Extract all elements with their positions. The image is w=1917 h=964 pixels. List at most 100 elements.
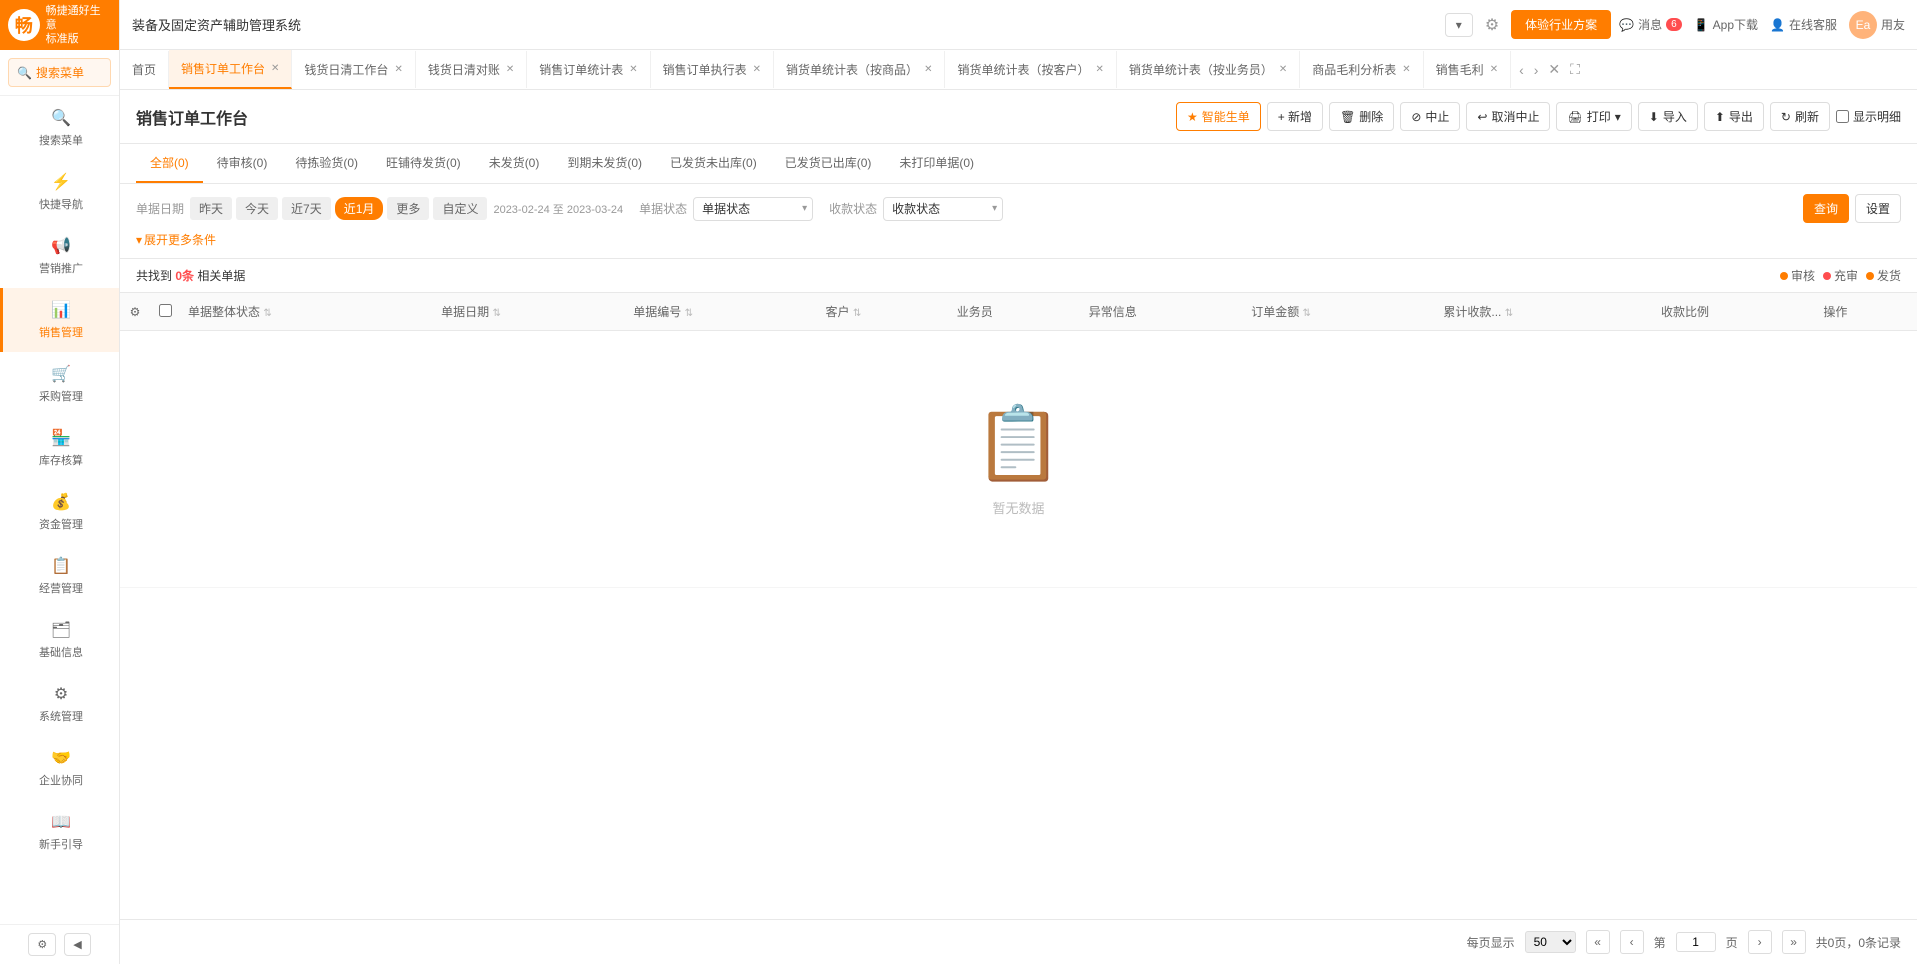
sidebar-item-business[interactable]: 📋经营管理 [0,544,119,608]
tab-gross-profit[interactable]: 商品毛利分析表✕ [1300,51,1423,88]
industry-solution-button[interactable]: 体验行业方案 [1511,10,1611,39]
tab-close-cash-daily[interactable]: ✕ [394,64,402,75]
date-option-自定义[interactable]: 自定义 [433,197,487,220]
sidebar-item-enterprise[interactable]: 🤝企业协同 [0,736,119,800]
expand-filter-button[interactable]: ▾ 展开更多条件 [136,231,1901,248]
sidebar-item-base[interactable]: 🗂基础信息 [0,608,119,672]
sort-icon-customer[interactable]: ⇅ [853,308,861,319]
service-icon: 👤 [1770,18,1785,32]
tab-fullscreen[interactable]: ⛶ [1566,59,1584,80]
tab-sales-stat[interactable]: 销售订单统计表✕ [527,51,650,88]
tab-scroll-right[interactable]: › [1530,60,1543,80]
payment-select[interactable]: 收款状态 [883,197,1003,221]
collapse-button[interactable]: ◀ [64,933,90,956]
tab-close-cash-reconcile[interactable]: ✕ [506,64,514,75]
show-detail-input[interactable] [1836,110,1849,123]
message-button[interactable]: 💬 消息 6 [1619,16,1682,33]
page-first-button[interactable]: « [1586,930,1610,954]
cancel-suspend-button[interactable]: ↩ 取消中止 [1466,102,1550,131]
tab-sales-exec[interactable]: 销售订单执行表✕ [651,51,774,88]
tab-sales-gross[interactable]: 销售毛利✕ [1424,51,1511,88]
sort-icon-amount[interactable]: ⇅ [1303,308,1311,319]
tab-scroll-left[interactable]: ‹ [1515,60,1528,80]
page-size-select[interactable]: 50 20 100 [1525,931,1576,953]
date-option-更多[interactable]: 更多 [387,197,429,220]
topbar-settings-button[interactable]: ⚙ [1481,11,1503,39]
sidebar-item-search[interactable]: 🔍搜索菜单 [0,96,119,160]
export-button[interactable]: ⬆ 导出 [1704,102,1764,131]
sort-icon-number[interactable]: ⇅ [685,308,693,319]
tab-close-gross-profit[interactable]: ✕ [1402,64,1410,75]
ship-dot [1866,272,1874,280]
sidebar-item-inventory[interactable]: 🏪库存核算 [0,416,119,480]
tab-sales-sum-staff[interactable]: 销货单统计表（按业务员）✕ [1117,51,1300,88]
add-button[interactable]: + 新增 [1267,102,1323,131]
sidebar-item-guide[interactable]: 📖新手引导 [0,800,119,864]
cancel-review-action[interactable]: 充审 [1823,267,1858,284]
page-last-button[interactable]: » [1782,930,1806,954]
select-all-checkbox[interactable] [159,304,172,317]
smart-create-button[interactable]: ★ 智能生单 [1176,102,1261,131]
sub-tab-pending-inspect[interactable]: 待拣验货(0) [281,144,372,183]
sidebar-item-marketing[interactable]: 📢营销推广 [0,224,119,288]
sidebar-item-sales[interactable]: 📊销售管理 [0,288,119,352]
sort-icon-status[interactable]: ⇅ [263,308,271,319]
sub-tab-shipped-out[interactable]: 已发货已出库(0) [771,144,886,183]
tab-sales-sum-customer[interactable]: 销货单统计表（按客户）✕ [945,51,1116,88]
refresh-button[interactable]: ↻ 刷新 [1770,102,1830,131]
sub-tab-shipped-not-out[interactable]: 已发货未出库(0) [656,144,771,183]
page-prev-button[interactable]: ‹ [1620,930,1644,954]
sub-tab-pending-review[interactable]: 待审核(0) [203,144,282,183]
sidebar-item-purchase[interactable]: 🛒采购管理 [0,352,119,416]
sidebar-item-quick[interactable]: ⚡快捷导航 [0,160,119,224]
stats-count: 共找到 0条 相关单据 [136,267,245,284]
page-input[interactable] [1676,932,1716,952]
tab-sales-sum-product[interactable]: 销货单统计表（按商品）✕ [774,51,945,88]
print-button[interactable]: 🖨 打印 ▾ [1556,102,1631,131]
delete-button[interactable]: 🗑 删除 [1329,102,1394,131]
tab-close-all[interactable]: ✕ [1544,59,1564,80]
import-button[interactable]: ⬇ 导入 [1638,102,1698,131]
sub-tab-expired-not-shipped[interactable]: 到期未发货(0) [553,144,656,183]
sub-tab-all[interactable]: 全部(0) [136,144,203,183]
search-menu-button[interactable]: 🔍 搜索菜单 [8,58,111,87]
tab-close-sales-order[interactable]: ✕ [271,63,279,74]
show-detail-checkbox[interactable]: 显示明细 [1836,108,1901,125]
sub-tab-wangpu-pending[interactable]: 旺铺待发货(0) [372,144,475,183]
tab-close-sales-gross[interactable]: ✕ [1490,64,1498,75]
page-next-button[interactable]: › [1748,930,1772,954]
tab-close-sales-exec[interactable]: ✕ [753,64,761,75]
date-option-今天[interactable]: 今天 [236,197,278,220]
review-action[interactable]: 审核 [1780,267,1815,284]
app-download-button[interactable]: 📱 App下载 [1694,16,1758,33]
system-dropdown-button[interactable]: ▾ [1445,13,1473,37]
th-checkbox[interactable] [150,293,180,331]
date-option-近7天[interactable]: 近7天 [282,197,331,220]
sidebar-item-system[interactable]: ⚙系统管理 [0,672,119,736]
sidebar-item-finance[interactable]: 💰资金管理 [0,480,119,544]
settings-bottom-button[interactable]: ⚙ [28,933,56,956]
date-option-近1月[interactable]: 近1月 [335,197,384,220]
tab-close-sales-sum-product[interactable]: ✕ [924,64,932,75]
sub-tab-not-shipped[interactable]: 未发货(0) [475,144,554,183]
sort-icon-collected[interactable]: ⇅ [1505,308,1513,319]
sort-icon-date[interactable]: ⇅ [492,308,500,319]
tab-close-sales-stat[interactable]: ✕ [629,64,637,75]
tab-close-sales-sum-staff[interactable]: ✕ [1279,64,1287,75]
tab-cash-daily[interactable]: 钱货日清工作台✕ [292,51,415,88]
filter-settings-button[interactable]: 设置 [1855,194,1901,223]
sub-tab-not-printed[interactable]: 未打印单据(0) [885,144,988,183]
suspend-button[interactable]: ⊘ 中止 [1400,102,1460,131]
th-settings[interactable]: ⚙ [120,293,150,331]
date-option-昨天[interactable]: 昨天 [190,197,232,220]
query-button[interactable]: 查询 [1803,194,1849,223]
status-select[interactable]: 单据状态 [693,197,813,221]
online-service-button[interactable]: 👤 在线客服 [1770,16,1837,33]
tab-close-sales-sum-customer[interactable]: ✕ [1095,64,1103,75]
tab-cash-reconcile[interactable]: 钱货日清对账✕ [416,51,527,88]
user-menu-button[interactable]: Ea 用友 [1849,11,1905,39]
tab-sales-order[interactable]: 销售订单工作台✕ [169,50,292,89]
ship-action[interactable]: 发货 [1866,267,1901,284]
tab-home[interactable]: 首页 [120,51,169,88]
th-date: 单据日期 ⇅ [433,293,625,331]
